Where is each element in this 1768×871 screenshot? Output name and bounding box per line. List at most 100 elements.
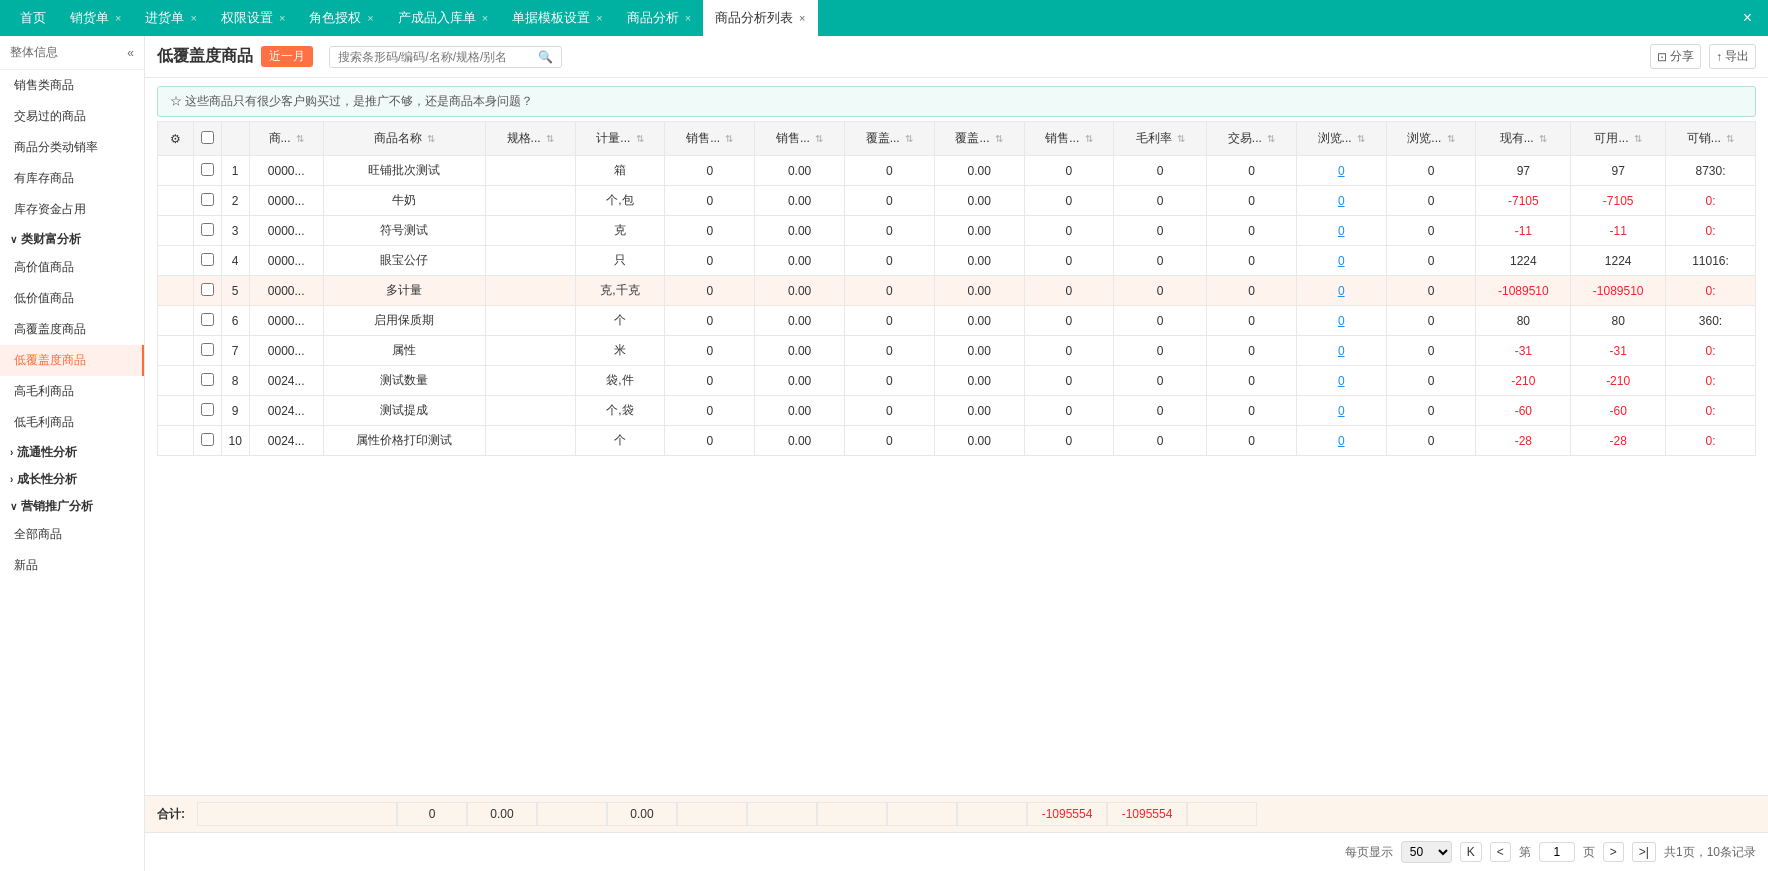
- browse1-cell[interactable]: 0: [1296, 276, 1386, 306]
- select-all-checkbox[interactable]: [201, 131, 214, 144]
- row-checkbox[interactable]: [201, 253, 214, 266]
- checkbox-cell[interactable]: [193, 246, 221, 276]
- row-checkbox[interactable]: [201, 313, 214, 326]
- row-checkbox[interactable]: [201, 403, 214, 416]
- settings-cell[interactable]: [158, 306, 194, 336]
- settings-cell[interactable]: [158, 336, 194, 366]
- browse1-cell[interactable]: 0: [1296, 186, 1386, 216]
- checkbox-cell[interactable]: [193, 336, 221, 366]
- cover1-col-header[interactable]: 覆盖... ⇅: [844, 122, 934, 156]
- browse1-cell[interactable]: 0: [1296, 246, 1386, 276]
- settings-cell[interactable]: [158, 426, 194, 456]
- settings-cell[interactable]: [158, 246, 194, 276]
- sidebar-item-new-goods[interactable]: 新品: [0, 550, 144, 581]
- browse1-cell[interactable]: 0: [1296, 366, 1386, 396]
- spec-col-header[interactable]: 规格... ⇅: [485, 122, 575, 156]
- nav-tab-purchase[interactable]: 进货单 ×: [133, 0, 208, 36]
- checkbox-cell[interactable]: [193, 366, 221, 396]
- search-icon[interactable]: 🔍: [530, 47, 561, 67]
- nav-tab-home[interactable]: 首页: [8, 0, 58, 36]
- settings-cell[interactable]: [158, 186, 194, 216]
- settings-cell[interactable]: [158, 216, 194, 246]
- row-checkbox[interactable]: [201, 433, 214, 446]
- browse1-cell[interactable]: 0: [1296, 216, 1386, 246]
- sidebar-item-low-margin[interactable]: 低毛利商品: [0, 407, 144, 438]
- next-page-button[interactable]: >: [1603, 842, 1624, 862]
- sidebar-item-high-margin[interactable]: 高毛利商品: [0, 376, 144, 407]
- browse1-cell[interactable]: 0: [1296, 336, 1386, 366]
- sidebar-item-in-stock[interactable]: 有库存商品: [0, 163, 144, 194]
- checkbox-col-header[interactable]: [193, 122, 221, 156]
- sidebar-item-traded-goods[interactable]: 交易过的商品: [0, 101, 144, 132]
- checkbox-cell[interactable]: [193, 156, 221, 186]
- row-checkbox[interactable]: [201, 343, 214, 356]
- checkbox-cell[interactable]: [193, 276, 221, 306]
- first-page-button[interactable]: K: [1460, 842, 1482, 862]
- name-col-header[interactable]: 商品名称 ⇅: [323, 122, 485, 156]
- close-icon[interactable]: ×: [596, 12, 602, 24]
- time-filter-button[interactable]: 近一月: [261, 46, 313, 67]
- browse1-col-header[interactable]: 浏览... ⇅: [1296, 122, 1386, 156]
- sidebar-item-stock-fund[interactable]: 库存资金占用: [0, 194, 144, 225]
- nav-tab-analysis-list[interactable]: 商品分析列表 ×: [703, 0, 817, 36]
- last-page-button[interactable]: >|: [1632, 842, 1656, 862]
- close-all-button[interactable]: ×: [1735, 9, 1760, 27]
- nav-tab-permissions[interactable]: 权限设置 ×: [209, 0, 297, 36]
- sidebar-item-sales-goods[interactable]: 销售类商品: [0, 70, 144, 101]
- row-checkbox[interactable]: [201, 163, 214, 176]
- row-checkbox[interactable]: [201, 193, 214, 206]
- nav-tab-sales[interactable]: 销货单 ×: [58, 0, 133, 36]
- row-checkbox[interactable]: [201, 223, 214, 236]
- search-input[interactable]: [330, 47, 530, 67]
- sellable-col-header[interactable]: 可销... ⇅: [1666, 122, 1756, 156]
- browse1-cell[interactable]: 0: [1296, 156, 1386, 186]
- gross-col-header[interactable]: 毛利率 ⇅: [1114, 122, 1207, 156]
- settings-col-header[interactable]: ⚙: [158, 122, 194, 156]
- sales-amt-col-header[interactable]: 销售... ⇅: [755, 122, 845, 156]
- share-button[interactable]: ⊡ 分享: [1650, 44, 1701, 69]
- sidebar-section-growth[interactable]: › 成长性分析: [0, 465, 144, 492]
- row-checkbox[interactable]: [201, 283, 214, 296]
- sidebar-item-high-coverage[interactable]: 高覆盖度商品: [0, 314, 144, 345]
- row-checkbox[interactable]: [201, 373, 214, 386]
- settings-cell[interactable]: [158, 366, 194, 396]
- unit-col-header[interactable]: 计量... ⇅: [575, 122, 665, 156]
- browse1-cell[interactable]: 0: [1296, 426, 1386, 456]
- close-icon[interactable]: ×: [190, 12, 196, 24]
- curr-qty-col-header[interactable]: 现有... ⇅: [1476, 122, 1571, 156]
- sidebar-item-low-coverage[interactable]: 低覆盖度商品: [0, 345, 144, 376]
- checkbox-cell[interactable]: [193, 216, 221, 246]
- sales3-col-header[interactable]: 销售... ⇅: [1024, 122, 1114, 156]
- close-icon[interactable]: ×: [685, 12, 691, 24]
- settings-cell[interactable]: [158, 156, 194, 186]
- cover2-col-header[interactable]: 覆盖... ⇅: [934, 122, 1024, 156]
- checkbox-cell[interactable]: [193, 306, 221, 336]
- page-number-input[interactable]: [1539, 842, 1575, 862]
- sidebar-section-flow[interactable]: › 流通性分析: [0, 438, 144, 465]
- checkbox-cell[interactable]: [193, 426, 221, 456]
- per-page-select[interactable]: 50 20 100: [1401, 841, 1452, 863]
- sidebar-item-low-value[interactable]: 低价值商品: [0, 283, 144, 314]
- sidebar-section-marketing[interactable]: ∨ 营销推广分析: [0, 492, 144, 519]
- checkbox-cell[interactable]: [193, 186, 221, 216]
- settings-cell[interactable]: [158, 396, 194, 426]
- nav-tab-templates[interactable]: 单据模板设置 ×: [500, 0, 614, 36]
- close-icon[interactable]: ×: [279, 12, 285, 24]
- sales-qty-col-header[interactable]: 销售... ⇅: [665, 122, 755, 156]
- export-button[interactable]: ↑ 导出: [1709, 44, 1756, 69]
- avail-qty-col-header[interactable]: 可用... ⇅: [1571, 122, 1666, 156]
- sidebar-item-category-rate[interactable]: 商品分类动销率: [0, 132, 144, 163]
- code-col-header[interactable]: 商... ⇅: [249, 122, 323, 156]
- sidebar-item-all-goods[interactable]: 全部商品: [0, 519, 144, 550]
- sidebar-collapse-header[interactable]: 整体信息 «: [0, 36, 144, 70]
- close-icon[interactable]: ×: [115, 12, 121, 24]
- browse1-cell[interactable]: 0: [1296, 306, 1386, 336]
- close-icon[interactable]: ×: [367, 12, 373, 24]
- nav-tab-products-in[interactable]: 产成品入库单 ×: [386, 0, 500, 36]
- browse1-cell[interactable]: 0: [1296, 396, 1386, 426]
- nav-tab-analysis[interactable]: 商品分析 ×: [615, 0, 703, 36]
- close-icon[interactable]: ×: [482, 12, 488, 24]
- trade-col-header[interactable]: 交易... ⇅: [1207, 122, 1297, 156]
- sidebar-section-quality[interactable]: ∨ 类财富分析: [0, 225, 144, 252]
- sidebar-item-high-value[interactable]: 高价值商品: [0, 252, 144, 283]
